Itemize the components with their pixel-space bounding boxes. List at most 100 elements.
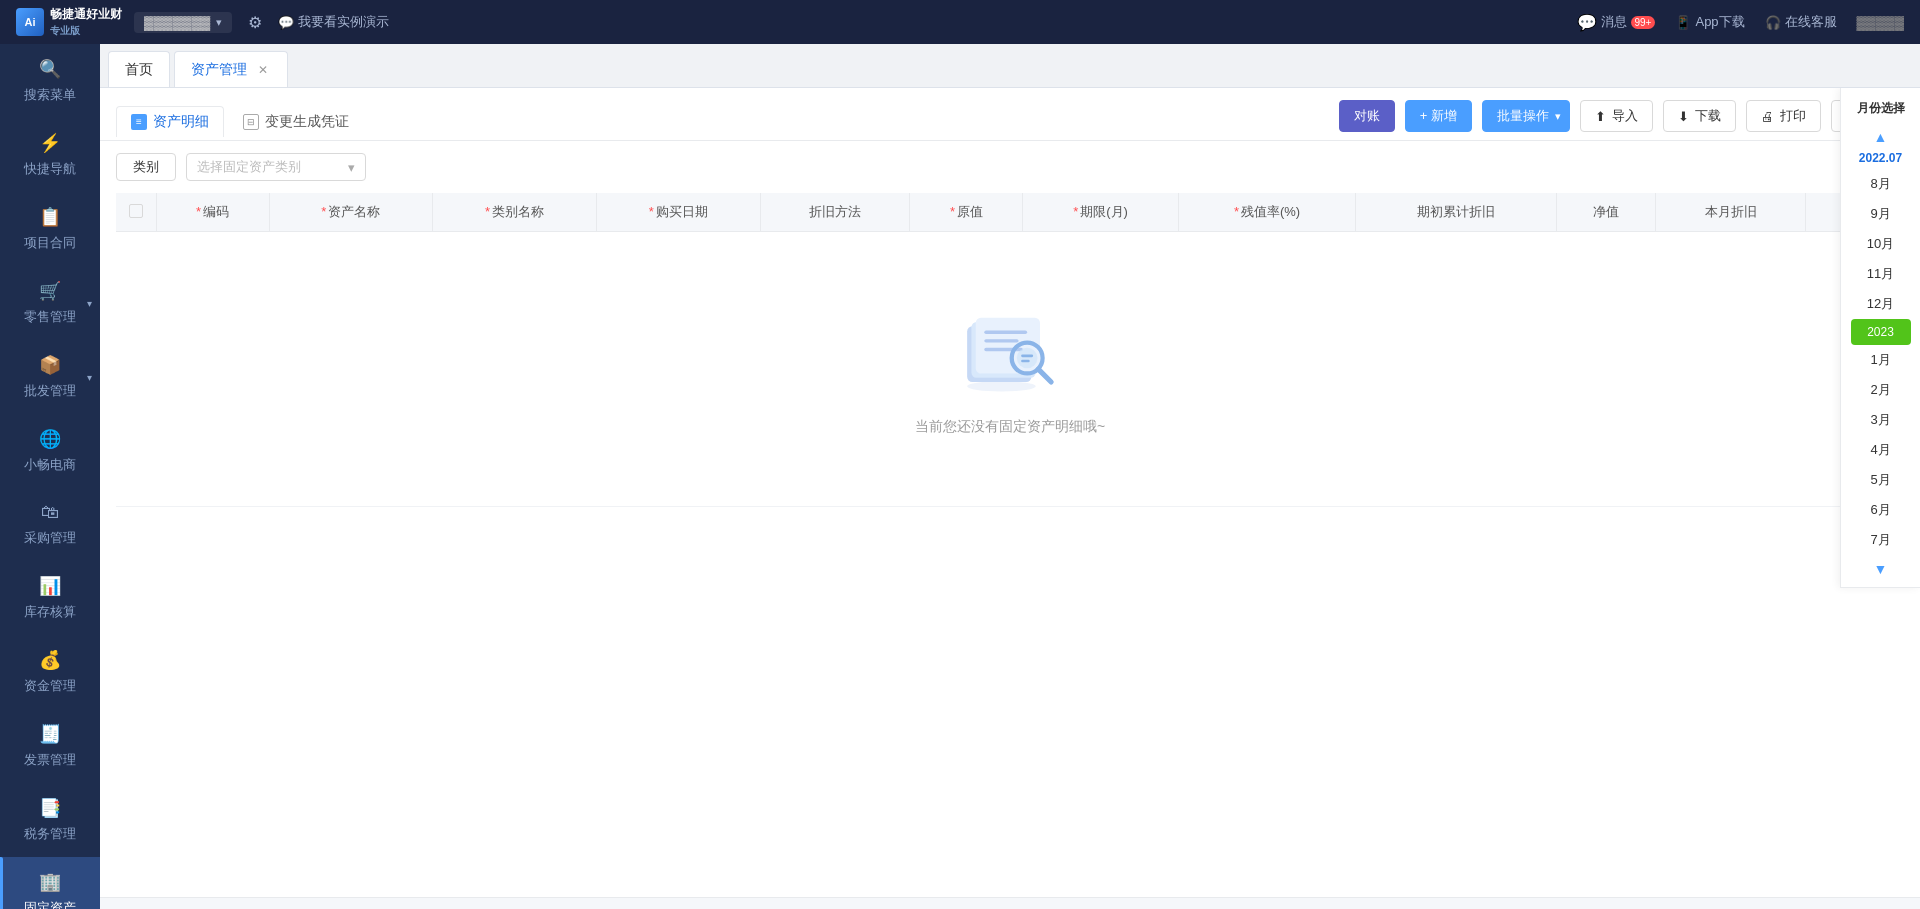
col-purchase-date: *购买日期 [596,193,760,232]
month-nav-down: ▼ [1871,559,1891,579]
reconcile-button[interactable]: 对账 [1339,100,1395,132]
col-monthly-depreciation: 本月折旧 [1656,193,1806,232]
tab-asset-detail[interactable]: ≡ 资产明细 [116,106,224,137]
col-depreciation-method: 折旧方法 [760,193,910,232]
app-download-button[interactable]: 📱 App下载 [1675,13,1744,31]
logo-icon: Ai [16,8,44,36]
sidebar-item-tax[interactable]: 📑 税务管理 [0,783,100,857]
month-nav-up: ▲ [1871,127,1891,147]
month-item-1[interactable]: 1月 [1851,345,1911,375]
month-picker-panel: 月份选择 ▲ 2022.07 8月 9月 10月 11月 12月 2023 1月… [1840,88,1920,588]
month-item-10[interactable]: 10月 [1851,229,1911,259]
sub-tab-bar: ≡ 资产明细 ⊟ 变更生成凭证 对账 + 新增 批量操作 [100,88,1920,141]
month-item-2[interactable]: 2月 [1851,375,1911,405]
svg-point-8 [1017,348,1038,369]
svg-rect-10 [1021,355,1033,358]
sidebar-item-quick-nav[interactable]: ⚡ 快捷导航 [0,118,100,192]
sidebar-item-wholesale[interactable]: 📦 批发管理 [0,340,100,414]
month-item-7[interactable]: 7月 [1851,525,1911,555]
retail-icon: 🛒 [39,280,61,302]
tab-bar: 首页 资产管理 ✕ [100,44,1920,88]
select-all-checkbox[interactable] [129,204,143,218]
svg-line-9 [1038,369,1051,382]
col-residual-rate: *残值率(%) [1178,193,1356,232]
asset-table: *编码 *资产名称 *类别名称 *购买日期 [116,193,1904,507]
import-button[interactable]: ⬆ 导入 [1580,100,1653,132]
horizontal-scrollbar[interactable] [100,897,1920,909]
month-up-button[interactable]: ▲ [1871,127,1891,147]
month-item-12[interactable]: 12月 [1851,289,1911,319]
sidebar-item-inventory[interactable]: 📊 库存核算 [0,561,100,635]
month-item-6[interactable]: 6月 [1851,495,1911,525]
app-title: 畅捷通好业财 专业版 [50,6,122,38]
month-picker-title: 月份选择 [1857,96,1905,125]
filter-bar: 类别 选择固定资产类别 ▾ [100,141,1920,193]
svg-point-0 [967,381,1036,391]
month-item-9[interactable]: 9月 [1851,199,1911,229]
month-down-button[interactable]: ▼ [1871,559,1891,579]
tab-home[interactable]: 首页 [108,51,170,87]
batch-button[interactable]: 批量操作 ▾ [1482,100,1570,132]
message-badge: 99+ [1631,16,1656,29]
sidebar-item-finance[interactable]: 💰 资金管理 [0,635,100,709]
month-item-5[interactable]: 5月 [1851,465,1911,495]
year-2023-marker: 2023 [1851,319,1911,345]
month-item-3[interactable]: 3月 [1851,405,1911,435]
tab-close-button[interactable]: ✕ [255,62,271,78]
finance-icon: 💰 [39,649,61,671]
current-period[interactable]: 2022.07 [1859,149,1902,169]
sidebar-item-invoice[interactable]: 🧾 发票管理 [0,709,100,783]
inventory-icon: 📊 [39,575,61,597]
sidebar-item-search[interactable]: 🔍 搜索菜单 [0,44,100,118]
topbar-right: 💬 消息 99+ 📱 App下载 🎧 在线客服 ▓▓▓▓▓ [1577,13,1905,32]
demo-link[interactable]: 💬 我要看实例演示 [278,13,389,31]
fixed-assets-icon: 🏢 [39,871,61,893]
wholesale-icon: 📦 [39,354,61,376]
empty-message: 当前您还没有固定资产明细哦~ [915,418,1105,436]
svg-rect-4 [984,331,1027,334]
asset-detail-icon: ≡ [131,114,147,130]
col-period: *期限(月) [1023,193,1178,232]
category-select[interactable]: 选择固定资产类别 ▾ [186,153,366,181]
change-voucher-icon: ⊟ [243,114,259,130]
category-label[interactable]: 类别 [116,153,176,181]
sidebar-item-retail[interactable]: 🛒 零售管理 [0,266,100,340]
col-code: *编码 [156,193,269,232]
tax-icon: 📑 [39,797,61,819]
table-area: *编码 *资产名称 *类别名称 *购买日期 [100,193,1920,897]
sidebar: 🔍 搜索菜单 ⚡ 快捷导航 📋 项目合同 🛒 零售管理 📦 批发管理 🌐 小畅电… [0,44,100,909]
settings-icon[interactable]: ⚙ [244,9,266,36]
sidebar-item-project[interactable]: 📋 项目合同 [0,192,100,266]
svg-rect-5 [984,339,1018,342]
tab-change-voucher[interactable]: ⊟ 变更生成凭证 [228,106,364,137]
main-layout: 🔍 搜索菜单 ⚡ 快捷导航 📋 项目合同 🛒 零售管理 📦 批发管理 🌐 小畅电… [0,44,1920,909]
company-selector[interactable]: ▓▓▓▓▓▓▓ ▾ [134,12,232,33]
month-item-8[interactable]: 8月 [1851,169,1911,199]
top-bar: Ai 畅捷通好业财 专业版 ▓▓▓▓▓▓▓ ▾ ⚙ 💬 我要看实例演示 💬 消息… [0,0,1920,44]
col-accumulated-depreciation: 期初累计折旧 [1356,193,1557,232]
sidebar-item-purchase[interactable]: 🛍 采购管理 [0,488,100,561]
search-icon: 🔍 [39,58,61,80]
tab-asset-mgmt[interactable]: 资产管理 ✕ [174,51,288,87]
month-item-4[interactable]: 4月 [1851,435,1911,465]
empty-icon [950,302,1070,402]
content-area: 首页 资产管理 ✕ ≡ 资产明细 ⊟ 变更生成凭证 [100,44,1920,909]
month-item-11[interactable]: 11月 [1851,259,1911,289]
online-service-button[interactable]: 🎧 在线客服 [1765,13,1837,31]
page-content: ≡ 资产明细 ⊟ 变更生成凭证 对账 + 新增 批量操作 [100,88,1920,909]
col-category: *类别名称 [433,193,597,232]
message-button[interactable]: 💬 消息 99+ [1577,13,1656,32]
download-button[interactable]: ⬇ 下载 [1663,100,1736,132]
invoice-icon: 🧾 [39,723,61,745]
sidebar-item-ecommerce[interactable]: 🌐 小畅电商 [0,414,100,488]
col-original-value: *原值 [910,193,1023,232]
print-button[interactable]: 🖨 打印 [1746,100,1821,132]
purchase-icon: 🛍 [41,502,59,523]
project-icon: 📋 [39,206,61,228]
ecommerce-icon: 🌐 [39,428,61,450]
svg-rect-11 [1021,360,1030,363]
quick-nav-icon: ⚡ [39,132,61,154]
user-info[interactable]: ▓▓▓▓▓ [1857,15,1904,30]
add-button[interactable]: + 新增 [1405,100,1472,132]
sidebar-item-fixed-assets[interactable]: 🏢 固定资产 [0,857,100,909]
